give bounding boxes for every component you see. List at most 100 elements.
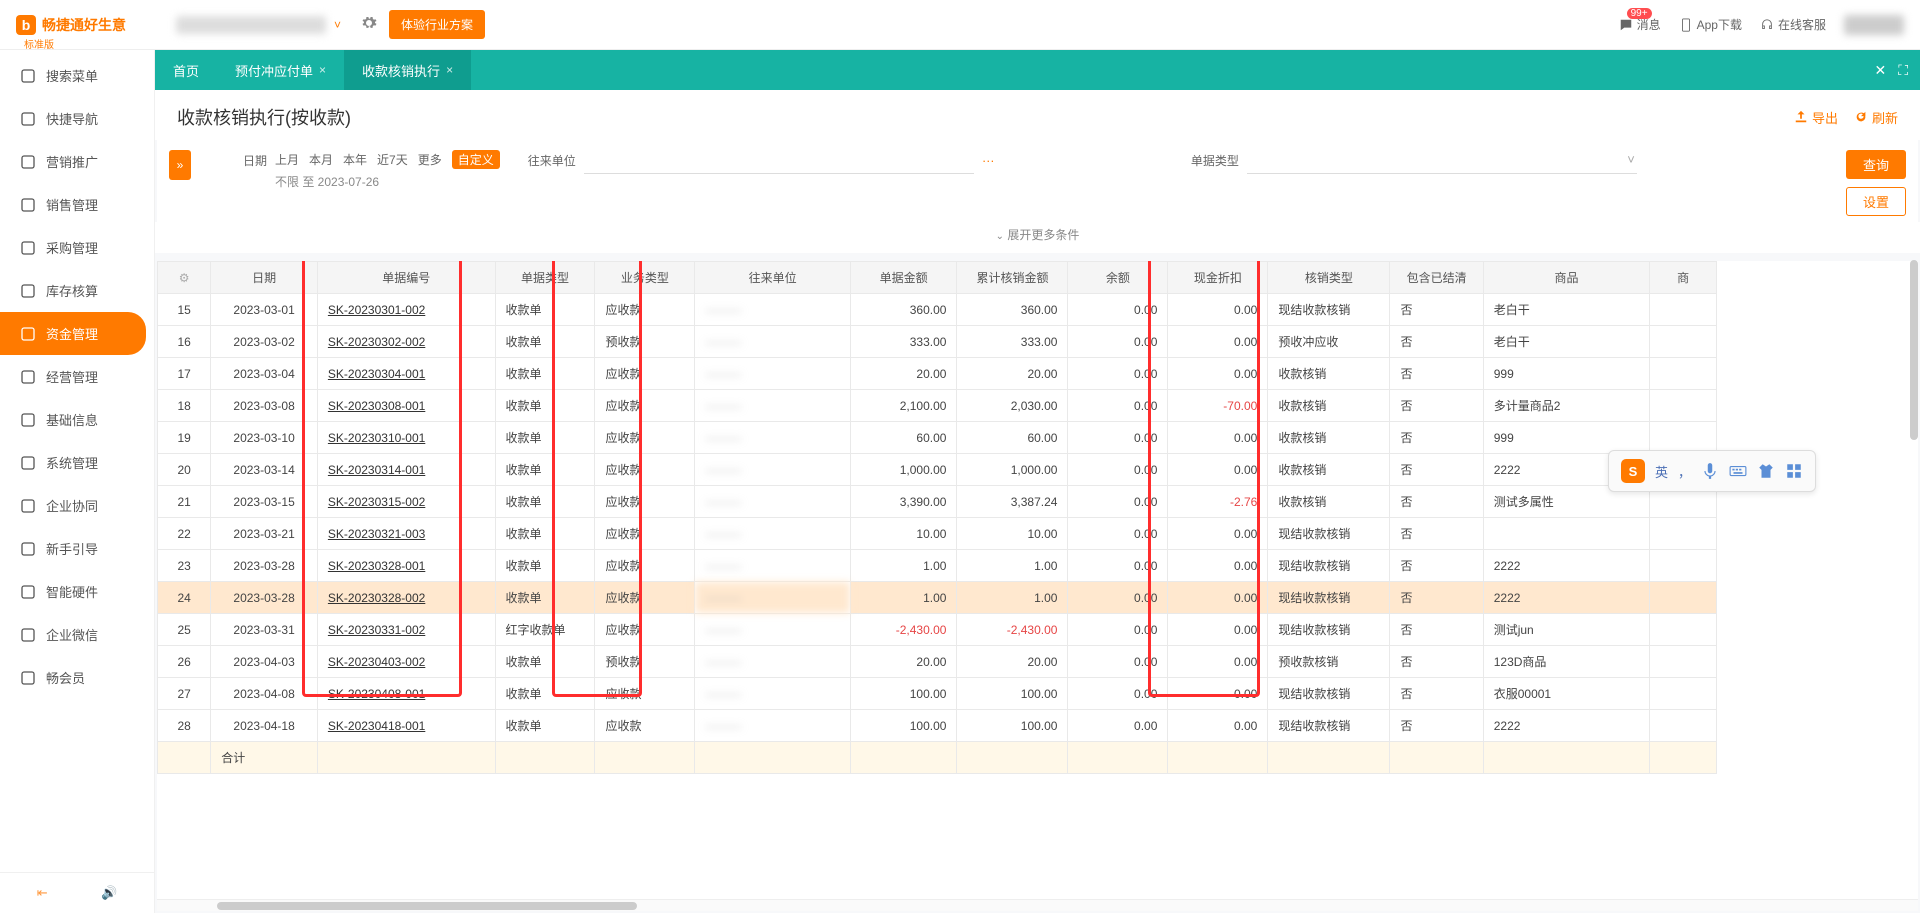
table-row[interactable]: 232023-03-28SK-20230328-001收款单应收款———1.00… (158, 550, 1717, 582)
table-row[interactable]: 242023-03-28SK-20230328-002收款单应收款———1.00… (158, 582, 1717, 614)
sidebar-item-gear-d[interactable]: 系统管理 (0, 441, 154, 484)
sidebar-item-home[interactable]: 快捷导航 (0, 97, 154, 140)
doc-link[interactable]: SK-20230302-002 (328, 335, 425, 349)
column-header[interactable]: 单据类型 (495, 262, 595, 294)
partner-more-icon[interactable]: … (982, 150, 995, 165)
sidebar-item-play[interactable]: 新手引导 (0, 527, 154, 570)
settings-gear-icon[interactable] (361, 15, 377, 34)
org-selector[interactable]: ˅ (176, 16, 341, 34)
sidebar-item-report[interactable]: 经营管理 (0, 355, 154, 398)
table-row[interactable]: 212023-03-15SK-20230315-002收款单应收款———3,39… (158, 486, 1717, 518)
doc-link[interactable]: SK-20230310-001 (328, 431, 425, 445)
table-row[interactable]: 202023-03-14SK-20230314-001收款单应收款———1,00… (158, 454, 1717, 486)
export-button[interactable]: 导出 (1794, 108, 1838, 127)
table-row[interactable]: 172023-03-04SK-20230304-001收款单应收款———20.0… (158, 358, 1717, 390)
query-button[interactable]: 查询 (1846, 150, 1906, 179)
partner-input[interactable] (584, 150, 974, 174)
tab[interactable]: 收款核销执行× (344, 50, 471, 90)
date-quick-option[interactable]: 上月 (275, 151, 299, 168)
sidebar-item-bag[interactable]: 采购管理 (0, 226, 154, 269)
filter-settings-button[interactable]: 设置 (1846, 187, 1906, 216)
sidebar-item-stock[interactable]: 库存核算 (0, 269, 154, 312)
app-download-link[interactable]: App下载 (1679, 16, 1742, 33)
ime-punct[interactable]: ， (1678, 462, 1691, 481)
doc-link[interactable]: SK-20230328-001 (328, 559, 425, 573)
column-header[interactable]: 单据编号 (317, 262, 495, 294)
column-header[interactable]: 包含已结清 (1390, 262, 1483, 294)
table-row[interactable]: 182023-03-08SK-20230308-001收款单应收款———2,10… (158, 390, 1717, 422)
filter-collapse-handle[interactable]: » (169, 150, 191, 180)
column-header[interactable]: 余额 (1068, 262, 1168, 294)
doc-type-select[interactable] (1247, 150, 1637, 174)
doc-link[interactable]: SK-20230418-001 (328, 719, 425, 733)
sidebar-collapse-icon[interactable]: ⇤ (37, 885, 48, 901)
sidebar-item-gift[interactable]: 营销推广 (0, 140, 154, 183)
date-quick-option[interactable]: 本月 (309, 151, 333, 168)
sidebar-item-layers[interactable]: 基础信息 (0, 398, 154, 441)
doc-link[interactable]: SK-20230331-002 (328, 623, 425, 637)
table-row[interactable]: 282023-04-18SK-20230418-001收款单应收款———100.… (158, 710, 1717, 742)
table-row[interactable]: 162023-03-02SK-20230302-002收款单预收款———333.… (158, 326, 1717, 358)
table-row[interactable]: 192023-03-10SK-20230310-001收款单应收款———60.0… (158, 422, 1717, 454)
column-header[interactable]: 日期 (211, 262, 318, 294)
sidebar-item-cart[interactable]: 销售管理 (0, 183, 154, 226)
shirt-icon[interactable] (1757, 462, 1775, 480)
column-header[interactable]: ⚙ (158, 262, 211, 294)
column-header[interactable]: 往来单位 (695, 262, 850, 294)
table-scroll[interactable]: ⚙日期单据编号单据类型业务类型往来单位单据金额累计核销金额余额现金折扣核销类型包… (157, 261, 1918, 899)
online-cs-link[interactable]: 在线客服 (1760, 16, 1826, 33)
doc-link[interactable]: SK-20230328-002 (328, 591, 425, 605)
table-row[interactable]: 152023-03-01SK-20230301-002收款单应收款———360.… (158, 294, 1717, 326)
doc-link[interactable]: SK-20230315-002 (328, 495, 425, 509)
tab-expand-icon[interactable]: ⛶ (1898, 62, 1908, 79)
messages-link[interactable]: 99+ 消息 (1619, 16, 1661, 33)
mic-icon[interactable] (1701, 462, 1719, 480)
expand-more-filters[interactable]: ⌄ 展开更多条件 (155, 222, 1920, 253)
scrollbar-thumb[interactable] (217, 902, 637, 910)
column-header[interactable]: 现金折扣 (1168, 262, 1268, 294)
sidebar-item-vip[interactable]: 畅会员 (0, 656, 154, 699)
doc-link[interactable]: SK-20230304-001 (328, 367, 425, 381)
ime-lang[interactable]: 英 (1655, 462, 1668, 481)
column-header[interactable]: 商 (1650, 262, 1717, 294)
doc-link[interactable]: SK-20230301-002 (328, 303, 425, 317)
refresh-button[interactable]: 刷新 (1854, 108, 1898, 127)
ime-floating-bar[interactable]: S 英 ， (1608, 450, 1816, 492)
cell-type: 收款单 (495, 486, 595, 518)
date-quick-option[interactable]: 近7天 (377, 151, 408, 168)
doc-link[interactable]: SK-20230403-002 (328, 655, 425, 669)
table-row[interactable]: 222023-03-21SK-20230321-003收款单应收款———10.0… (158, 518, 1717, 550)
column-header[interactable]: 累计核销金额 (957, 262, 1068, 294)
date-quick-option[interactable]: 更多 (418, 151, 442, 168)
vertical-scrollbar-thumb[interactable] (1910, 260, 1918, 440)
table-row[interactable]: 252023-03-31SK-20230331-002红字收款单应收款———-2… (158, 614, 1717, 646)
horizontal-scrollbar[interactable] (157, 899, 1918, 911)
doc-link[interactable]: SK-20230408-001 (328, 687, 425, 701)
sidebar-item-search[interactable]: 搜索菜单 (0, 54, 154, 97)
table-row[interactable]: 272023-04-08SK-20230408-001收款单应收款———100.… (158, 678, 1717, 710)
tab[interactable]: 首页 (155, 50, 217, 90)
doc-link[interactable]: SK-20230314-001 (328, 463, 425, 477)
table-row[interactable]: 262023-04-03SK-20230403-002收款单预收款———20.0… (158, 646, 1717, 678)
experience-button[interactable]: 体验行业方案 (389, 10, 485, 39)
grid-icon[interactable] (1785, 462, 1803, 480)
column-header[interactable]: 商品 (1483, 262, 1650, 294)
user-avatar-redacted[interactable] (1844, 15, 1904, 35)
sidebar-item-chip[interactable]: 智能硬件 (0, 570, 154, 613)
doc-link[interactable]: SK-20230321-003 (328, 527, 425, 541)
keyboard-icon[interactable] (1729, 462, 1747, 480)
doc-link[interactable]: SK-20230308-001 (328, 399, 425, 413)
date-quick-option[interactable]: 本年 (343, 151, 367, 168)
tab-close-icon[interactable]: × (446, 63, 453, 77)
sidebar-item-team[interactable]: 企业协同 (0, 484, 154, 527)
tab-close-all-icon[interactable]: ✕ (1874, 62, 1886, 79)
sidebar-item-wx[interactable]: 企业微信 (0, 613, 154, 656)
date-quick-selected[interactable]: 自定义 (452, 150, 500, 169)
column-header[interactable]: 单据金额 (850, 262, 957, 294)
column-header[interactable]: 业务类型 (595, 262, 695, 294)
tab[interactable]: 预付冲应付单× (217, 50, 344, 90)
tab-close-icon[interactable]: × (319, 63, 326, 77)
sidebar-item-wallet[interactable]: 资金管理 (0, 312, 146, 355)
sidebar-sound-icon[interactable]: 🔊 (101, 885, 117, 901)
column-header[interactable]: 核销类型 (1268, 262, 1390, 294)
